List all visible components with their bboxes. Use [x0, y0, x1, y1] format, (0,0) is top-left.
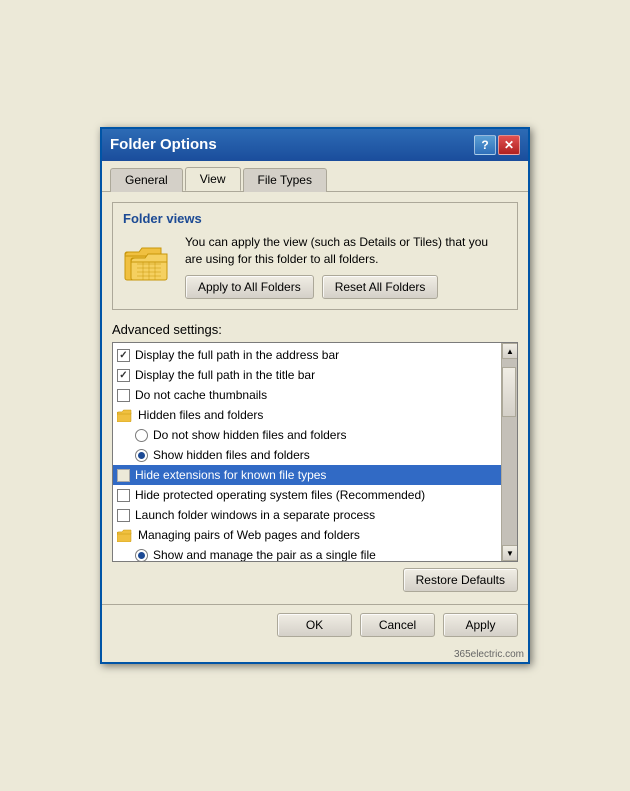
- help-button[interactable]: ?: [474, 135, 496, 155]
- radio-show-hidden[interactable]: [135, 449, 148, 462]
- title-buttons: ? ✕: [474, 135, 520, 155]
- list-item-show-manage-single[interactable]: Show and manage the pair as a single fil…: [113, 545, 517, 562]
- folder-views-buttons: Apply to All Folders Reset All Folders: [185, 275, 507, 299]
- checkbox-full-path-title[interactable]: [117, 369, 130, 382]
- checkbox-launch-separate[interactable]: [117, 509, 130, 522]
- folder-options-dialog: Folder Options ? ✕ General View File Typ…: [100, 127, 530, 665]
- list-item-show-hidden[interactable]: Show hidden files and folders: [113, 445, 517, 465]
- title-text: Folder Options: [110, 136, 217, 153]
- ok-button[interactable]: OK: [277, 613, 352, 637]
- checkbox-full-path-address[interactable]: [117, 349, 130, 362]
- settings-list-container[interactable]: Display the full path in the address bar…: [112, 342, 518, 562]
- scroll-track: [502, 359, 517, 545]
- scroll-up-button[interactable]: ▲: [502, 343, 518, 359]
- settings-list: Display the full path in the address bar…: [113, 343, 517, 562]
- folder-icon-small-web: [117, 528, 133, 542]
- folder-views-section: Folder views: [112, 202, 518, 311]
- list-item-hide-protected[interactable]: Hide protected operating system files (R…: [113, 485, 517, 505]
- folder-views-inner: You can apply the view (such as Details …: [123, 234, 507, 300]
- folder-icon-small: [117, 408, 133, 422]
- apply-button[interactable]: Apply: [443, 613, 518, 637]
- scroll-thumb[interactable]: [502, 367, 516, 417]
- folder-views-title: Folder views: [123, 211, 507, 226]
- list-item-hidden-files-folder[interactable]: Hidden files and folders: [113, 405, 517, 425]
- list-item-launch-separate[interactable]: Launch folder windows in a separate proc…: [113, 505, 517, 525]
- scroll-down-button[interactable]: ▼: [502, 545, 518, 561]
- reset-all-folders-button[interactable]: Reset All Folders: [322, 275, 439, 299]
- cancel-button[interactable]: Cancel: [360, 613, 435, 637]
- tab-general[interactable]: General: [110, 168, 183, 192]
- bottom-buttons: OK Cancel Apply: [102, 604, 528, 647]
- folder-views-description: You can apply the view (such as Details …: [185, 234, 507, 268]
- folder-views-right: You can apply the view (such as Details …: [185, 234, 507, 300]
- watermark: 365electric.com: [102, 647, 528, 662]
- title-bar-text: Folder Options: [110, 136, 217, 153]
- tab-content: Folder views: [102, 191, 528, 605]
- radio-no-show-hidden[interactable]: [135, 429, 148, 442]
- tabs-row: General View File Types: [102, 161, 528, 191]
- apply-to-all-folders-button[interactable]: Apply to All Folders: [185, 275, 314, 299]
- tab-file-types[interactable]: File Types: [243, 168, 327, 192]
- restore-defaults-button[interactable]: Restore Defaults: [403, 568, 518, 592]
- list-item-web-pages-folder[interactable]: Managing pairs of Web pages and folders: [113, 525, 517, 545]
- advanced-label: Advanced settings:: [112, 322, 518, 337]
- folder-icon: [123, 234, 175, 286]
- checkbox-hide-protected[interactable]: [117, 489, 130, 502]
- list-item-hide-extensions[interactable]: Hide extensions for known file types: [113, 465, 517, 485]
- scrollbar[interactable]: ▲ ▼: [501, 343, 517, 561]
- list-item-full-path-title[interactable]: Display the full path in the title bar: [113, 365, 517, 385]
- list-item-full-path-address[interactable]: Display the full path in the address bar: [113, 345, 517, 365]
- list-item-no-show-hidden[interactable]: Do not show hidden files and folders: [113, 425, 517, 445]
- tab-view[interactable]: View: [185, 167, 241, 191]
- checkbox-no-cache-thumbnails[interactable]: [117, 389, 130, 402]
- restore-defaults-row: Restore Defaults: [112, 568, 518, 592]
- advanced-settings-section: Advanced settings: Display the full path…: [112, 322, 518, 592]
- checkbox-hide-extensions[interactable]: [117, 469, 130, 482]
- close-button[interactable]: ✕: [498, 135, 520, 155]
- radio-show-manage-single[interactable]: [135, 549, 148, 562]
- list-item-no-cache-thumbnails[interactable]: Do not cache thumbnails: [113, 385, 517, 405]
- title-bar: Folder Options ? ✕: [102, 129, 528, 161]
